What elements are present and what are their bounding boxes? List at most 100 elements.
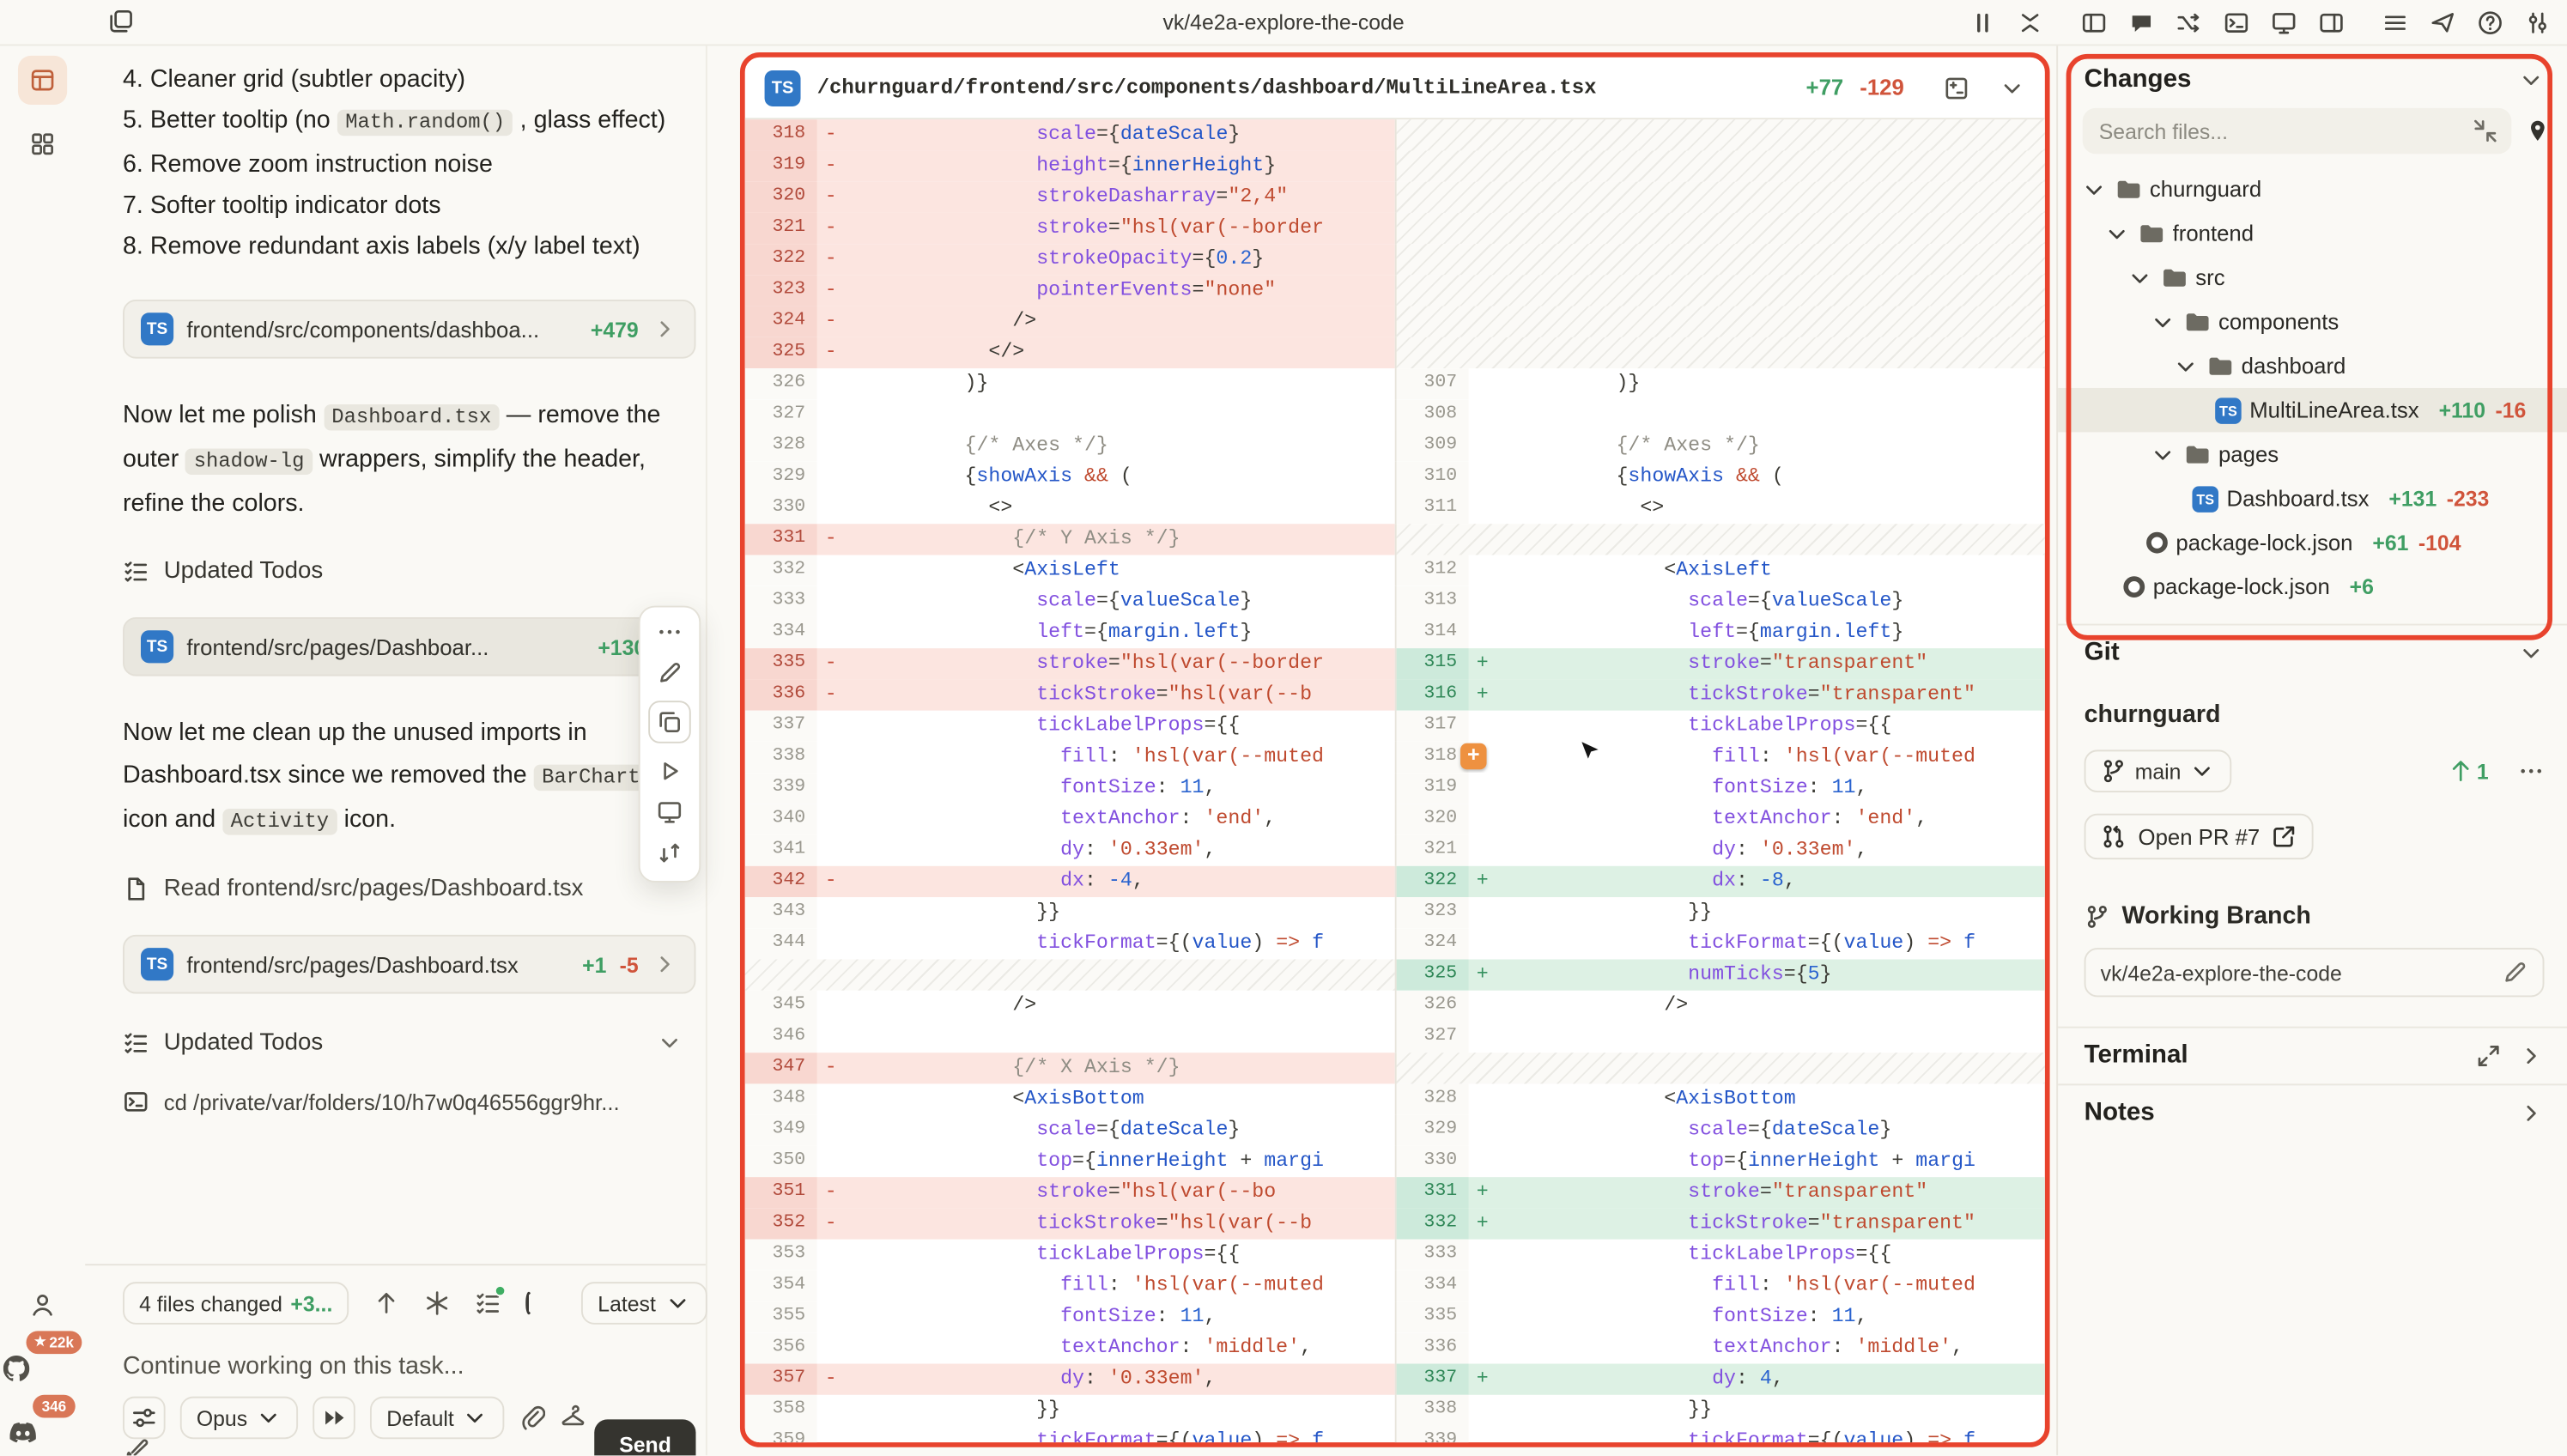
play-icon[interactable]: [657, 758, 683, 785]
diff-line[interactable]: 328 {/* Axes */}: [745, 431, 1395, 462]
duplicate-button[interactable]: [648, 701, 691, 743]
tree-folder-src[interactable]: src: [2058, 255, 2567, 299]
diff-line[interactable]: 314 left={margin.left}: [1395, 617, 2045, 648]
diff-line[interactable]: 307 )}: [1395, 368, 2045, 399]
terminal-icon[interactable]: [2224, 9, 2250, 36]
diff-line[interactable]: 325- </>: [745, 337, 1395, 368]
tree-folder-frontend[interactable]: frontend: [2058, 211, 2567, 255]
diff-line[interactable]: 354 fill: 'hsl(var(--muted: [745, 1271, 1395, 1301]
chevron-down-icon[interactable]: [2150, 308, 2176, 335]
diff-view-icon[interactable]: [1944, 75, 1970, 101]
edit-icon[interactable]: [657, 660, 683, 687]
diff-line[interactable]: 344 tickFormat={(value) => f: [745, 928, 1395, 959]
tree-folder-pages[interactable]: pages: [2058, 432, 2567, 476]
diff-line[interactable]: 342- dx: -4,: [745, 866, 1395, 897]
more-options-icon[interactable]: [2518, 758, 2545, 785]
diff-line[interactable]: 326 )}: [745, 368, 1395, 399]
diff-line[interactable]: 340 textAnchor: 'end',: [745, 804, 1395, 834]
chevron-down-icon[interactable]: [2173, 353, 2200, 379]
pencil-icon[interactable]: [2502, 960, 2528, 986]
asterisk-icon[interactable]: [424, 1290, 451, 1317]
diff-line[interactable]: 336- tickStroke="hsl(var(--b: [745, 679, 1395, 710]
terminal-command[interactable]: cd /private/var/folders/10/h7w0q46556ggr…: [123, 1089, 695, 1115]
pin-icon[interactable]: [2525, 118, 2552, 144]
diff-line[interactable]: 337 tickLabelProps={{: [745, 711, 1395, 742]
branch-selector[interactable]: main: [2085, 749, 2232, 792]
add-comment-button[interactable]: +: [1460, 743, 1487, 770]
grid-view-icon[interactable]: [29, 131, 56, 158]
tree-folder-dashboard[interactable]: dashboard: [2058, 343, 2567, 387]
diff-line[interactable]: 341 dy: '0.33em',: [745, 835, 1395, 866]
diff-line[interactable]: 346: [745, 1022, 1395, 1053]
diff-line[interactable]: 330 top={innerHeight + margi: [1395, 1146, 2045, 1177]
chevron-down-icon[interactable]: [2518, 67, 2545, 94]
settings-sliders-button[interactable]: [123, 1397, 166, 1440]
compare-icon[interactable]: [657, 840, 683, 866]
diff-line[interactable]: 343 }}: [745, 897, 1395, 928]
collapse-tree-icon[interactable]: [2473, 118, 2499, 144]
preview-icon[interactable]: [657, 799, 683, 826]
panel-left-icon[interactable]: [2081, 9, 2108, 36]
diff-line[interactable]: 333 tickLabelProps={{: [1395, 1240, 2045, 1271]
shuffle-icon[interactable]: [2176, 9, 2202, 36]
diff-line[interactable]: 329 scale={dateScale}: [1395, 1115, 2045, 1146]
diff-line[interactable]: 332 <AxisLeft: [745, 555, 1395, 585]
diff-line[interactable]: 316+ tickStroke="transparent": [1395, 679, 2045, 710]
diff-line[interactable]: 358 }}: [745, 1395, 1395, 1426]
diff-line[interactable]: 350 top={innerHeight + margi: [745, 1146, 1395, 1177]
git-section-header[interactable]: Git: [2085, 625, 2545, 681]
panel-right-icon[interactable]: [2318, 9, 2345, 36]
updated-todos[interactable]: Updated Todos: [123, 1030, 695, 1057]
file-search-input[interactable]: Search files...: [2083, 108, 2512, 154]
diff-line[interactable]: 330 <>: [745, 493, 1395, 524]
diff-line[interactable]: 318- scale={dateScale}: [745, 119, 1395, 150]
open-pr-button[interactable]: Open PR #7: [2085, 814, 2315, 859]
file-diff-card[interactable]: TSfrontend/src/pages/Dashboar...+130-2: [123, 617, 695, 676]
tree-folder-churnguard[interactable]: churnguard: [2058, 167, 2567, 211]
diff-line[interactable]: 345 />: [745, 991, 1395, 1022]
diff-line[interactable]: 324- />: [745, 306, 1395, 337]
diff-line[interactable]: 353 tickLabelProps={{: [745, 1240, 1395, 1271]
diff-line[interactable]: 348 <AxisBottom: [745, 1083, 1395, 1114]
diff-line[interactable]: 355 fontSize: 11,: [745, 1301, 1395, 1332]
menu-icon[interactable]: [2382, 9, 2409, 36]
diff-line[interactable]: 320 textAnchor: 'end',: [1395, 804, 2045, 834]
tree-file-Dashboard.tsx[interactable]: TSDashboard.tsx+131-233: [2058, 476, 2567, 520]
diff-line[interactable]: 321 dy: '0.33em',: [1395, 835, 2045, 866]
tree-file-package-lock.json[interactable]: package-lock.json+6: [2058, 565, 2567, 609]
diff-line[interactable]: 329 {showAxis && (: [745, 462, 1395, 493]
chevron-down-icon[interactable]: [2150, 441, 2176, 468]
diff-line[interactable]: 323- pointerEvents="none": [745, 275, 1395, 306]
diff-line[interactable]: 338 fill: 'hsl(var(--muted: [745, 742, 1395, 773]
diff-line[interactable]: 338 }}: [1395, 1395, 2045, 1426]
diff-line[interactable]: 334 fill: 'hsl(var(--muted: [1395, 1271, 2045, 1301]
diff-line[interactable]: 321- stroke="hsl(var(--border: [745, 213, 1395, 244]
chevron-down-icon[interactable]: [657, 1030, 683, 1057]
diff-line[interactable]: 325+ numTicks={5}: [1395, 960, 2045, 991]
pause-icon[interactable]: [1969, 9, 1996, 36]
settings-icon[interactable]: [2525, 9, 2552, 36]
terminal-section-header[interactable]: Terminal: [2085, 1028, 2545, 1084]
app-icon[interactable]: [18, 56, 67, 105]
todos-indicator-icon[interactable]: [475, 1290, 501, 1317]
arrow-up-icon[interactable]: [373, 1290, 400, 1317]
diff-line[interactable]: 339 fontSize: 11,: [745, 773, 1395, 804]
chevron-down-icon[interactable]: [2127, 264, 2153, 291]
collapse-icon[interactable]: [2017, 9, 2043, 36]
diff-line[interactable]: 323 }}: [1395, 897, 2045, 928]
diff-line[interactable]: 322+ dx: -8,: [1395, 866, 2045, 897]
diff-line[interactable]: 313 scale={valueScale}: [1395, 586, 2045, 617]
updated-todos[interactable]: Updated Todos: [123, 558, 695, 585]
diff-line[interactable]: 335 fontSize: 11,: [1395, 1301, 2045, 1332]
diff-line[interactable]: 326 />: [1395, 991, 2045, 1022]
diff-line[interactable]: 319 fontSize: 11,: [1395, 773, 2045, 804]
diff-line[interactable]: 339 tickFormat={(value) => f: [1395, 1426, 2045, 1447]
read-file-action[interactable]: Read frontend/src/pages/Dashboard.tsx: [123, 876, 695, 902]
diff-line[interactable]: 359 tickFormat={(value) => f: [745, 1426, 1395, 1447]
diff-line[interactable]: 347- {/* X Axis */}: [745, 1053, 1395, 1083]
expand-icon[interactable]: [2475, 1043, 2502, 1070]
tree-folder-components[interactable]: components: [2058, 300, 2567, 343]
tree-file-package-lock.json[interactable]: package-lock.json+61-104: [2058, 520, 2567, 564]
brush-icon[interactable]: [123, 1435, 149, 1455]
diff-line[interactable]: 310 {showAxis && (: [1395, 462, 2045, 493]
